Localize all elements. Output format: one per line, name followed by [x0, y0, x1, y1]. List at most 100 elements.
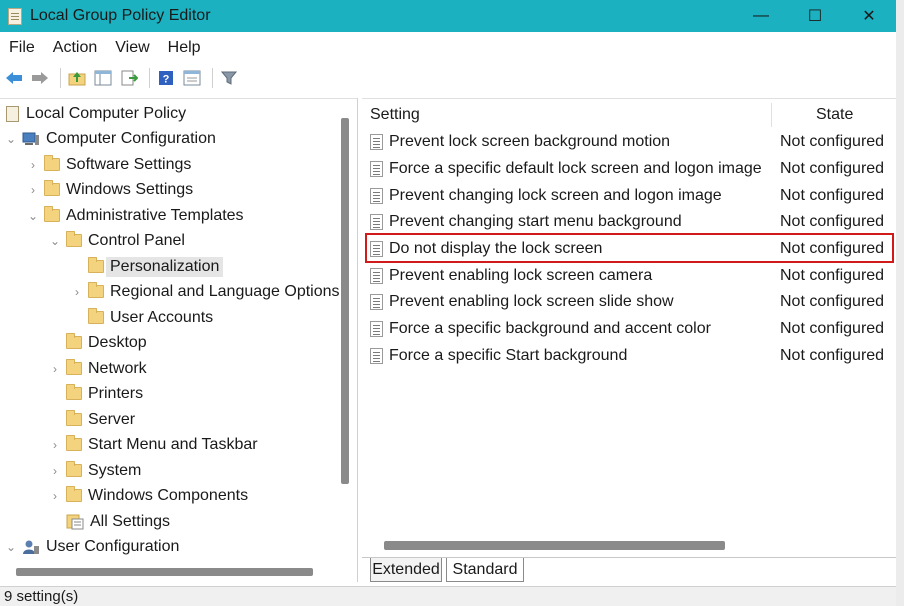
menu-view[interactable]: View: [106, 39, 158, 57]
setting-row[interactable]: Prevent changing start menu background N…: [362, 209, 896, 235]
minimize-button[interactable]: —: [734, 0, 788, 32]
tree-item-regional-language-options[interactable]: › Regional and Language Options: [70, 279, 340, 304]
chevron-right-icon[interactable]: ›: [48, 489, 62, 503]
setting-row[interactable]: Force a specific Start background Not co…: [362, 343, 896, 369]
setting-name: Prevent changing lock screen and logon i…: [389, 187, 722, 204]
column-header-setting[interactable]: Setting: [370, 103, 420, 127]
user-icon: [22, 539, 40, 555]
tree-item-personalization[interactable]: Personalization: [70, 254, 224, 279]
tree-item-control-panel[interactable]: ⌄ Control Panel: [48, 228, 185, 253]
tree-item-user-accounts[interactable]: User Accounts: [70, 305, 213, 330]
setting-row[interactable]: Prevent enabling lock screen slide show …: [362, 289, 896, 315]
filter-icon[interactable]: [218, 67, 240, 89]
console-tree: Local Computer Policy ⌄ Computer Configu…: [0, 98, 358, 582]
help-icon[interactable]: ?: [155, 67, 177, 89]
folder-icon: [88, 282, 104, 298]
chevron-right-icon[interactable]: ›: [26, 158, 40, 172]
setting-state: Not configured: [780, 213, 885, 230]
tree-item-computer-configuration[interactable]: ⌄ Computer Configuration: [4, 126, 216, 151]
list-horizontal-scrollbar[interactable]: [384, 541, 725, 550]
tree-item-label: Windows Components: [88, 486, 249, 504]
setting-name: Prevent enabling lock screen camera: [389, 267, 653, 284]
chevron-right-icon[interactable]: ›: [48, 362, 62, 376]
folder-icon: [66, 435, 82, 451]
up-folder-icon[interactable]: [66, 67, 88, 89]
policy-setting-icon: [370, 161, 383, 177]
menu-file[interactable]: File: [0, 39, 44, 57]
tree-item-all-settings[interactable]: All Settings: [48, 509, 170, 534]
chevron-down-icon[interactable]: ⌄: [26, 209, 40, 223]
menu-action[interactable]: Action: [44, 39, 106, 57]
show-hide-tree-icon[interactable]: [92, 67, 114, 89]
folder-icon: [44, 155, 60, 171]
setting-row[interactable]: Prevent enabling lock screen camera Not …: [362, 263, 896, 289]
setting-state: Not configured: [780, 293, 885, 310]
pane-splitter[interactable]: [357, 98, 358, 582]
status-text: 9 setting(s): [4, 588, 79, 605]
chevron-down-icon[interactable]: ⌄: [4, 132, 18, 146]
setting-row[interactable]: Force a specific background and accent c…: [362, 316, 896, 342]
tree-item-administrative-templates[interactable]: ⌄ Administrative Templates: [26, 203, 244, 228]
tree-item-server[interactable]: Server: [48, 407, 135, 432]
tree-item-windows-components[interactable]: › Windows Components: [48, 483, 248, 508]
policy-setting-icon: [370, 214, 383, 230]
tree-item-system[interactable]: › System: [48, 458, 141, 483]
folder-icon: [88, 308, 104, 324]
tree-item-user-configuration[interactable]: ⌄ User Configuration: [4, 534, 179, 559]
chevron-right-icon[interactable]: ›: [48, 438, 62, 452]
chevron-right-icon[interactable]: ›: [70, 285, 84, 299]
tree-item-network[interactable]: › Network: [48, 356, 147, 381]
export-list-icon[interactable]: [118, 67, 140, 89]
setting-name: Force a specific default lock screen and…: [389, 160, 762, 177]
chevron-down-icon[interactable]: ⌄: [48, 234, 62, 248]
setting-state: Not configured: [780, 160, 885, 177]
chevron-right-icon[interactable]: ›: [48, 464, 62, 478]
maximize-button[interactable]: ☐: [788, 0, 842, 32]
setting-row[interactable]: Prevent changing lock screen and logon i…: [362, 183, 896, 209]
tab-standard[interactable]: Standard: [446, 558, 524, 582]
setting-row[interactable]: Force a specific default lock screen and…: [362, 156, 896, 182]
column-separator[interactable]: [771, 103, 772, 127]
window-controls: — ☐ ✕: [734, 0, 896, 32]
tab-extended[interactable]: Extended: [370, 558, 442, 582]
tree-item-label: Local Computer Policy: [26, 104, 187, 122]
back-arrow-icon[interactable]: [3, 67, 25, 89]
tree-item-label: Administrative Templates: [66, 206, 244, 224]
tree-item-desktop[interactable]: Desktop: [48, 330, 147, 355]
toolbar-separator: [60, 68, 61, 88]
folder-icon: [44, 206, 60, 222]
properties-icon[interactable]: [181, 67, 203, 89]
folder-icon: [44, 180, 60, 196]
policy-setting-icon: [370, 241, 383, 257]
tree-item-start-menu-taskbar[interactable]: › Start Menu and Taskbar: [48, 432, 258, 457]
tree-item-label: Software Settings: [66, 155, 192, 173]
tree-item-windows-settings[interactable]: › Windows Settings: [26, 177, 193, 202]
chevron-right-icon[interactable]: ›: [26, 183, 40, 197]
chevron-down-icon[interactable]: ⌄: [4, 540, 18, 554]
tree-item-label: Server: [88, 410, 136, 428]
setting-name: Force a specific background and accent c…: [389, 320, 711, 337]
tree-item-printers[interactable]: Printers: [48, 381, 143, 406]
tree-item-software-settings[interactable]: › Software Settings: [26, 152, 191, 177]
tree-item-label: Regional and Language Options: [110, 282, 340, 300]
tree-item-label: Windows Settings: [66, 180, 194, 198]
close-button[interactable]: ✕: [842, 0, 896, 32]
column-header-state[interactable]: State: [816, 103, 853, 127]
title-bar: Local Group Policy Editor — ☐ ✕: [0, 0, 896, 32]
tree-vertical-scrollbar[interactable]: [341, 118, 349, 484]
tree-horizontal-scrollbar[interactable]: [16, 568, 313, 576]
setting-row-do-not-display-lock-screen[interactable]: Do not display the lock screen Not confi…: [362, 236, 896, 262]
setting-state: Not configured: [780, 240, 885, 257]
folder-icon: [66, 359, 82, 375]
tree-item-local-computer-policy[interactable]: Local Computer Policy: [6, 101, 186, 126]
setting-state: Not configured: [780, 133, 885, 150]
menu-help[interactable]: Help: [159, 39, 210, 57]
setting-name: Prevent enabling lock screen slide show: [389, 293, 674, 310]
toolbar-separator: [149, 68, 150, 88]
setting-row[interactable]: Prevent lock screen background motion No…: [362, 129, 896, 155]
tab-strip-line: [362, 557, 896, 558]
computer-icon: [22, 132, 40, 146]
setting-state: Not configured: [780, 320, 885, 337]
menu-bar: File Action View Help: [0, 34, 210, 62]
forward-arrow-icon[interactable]: [29, 67, 51, 89]
